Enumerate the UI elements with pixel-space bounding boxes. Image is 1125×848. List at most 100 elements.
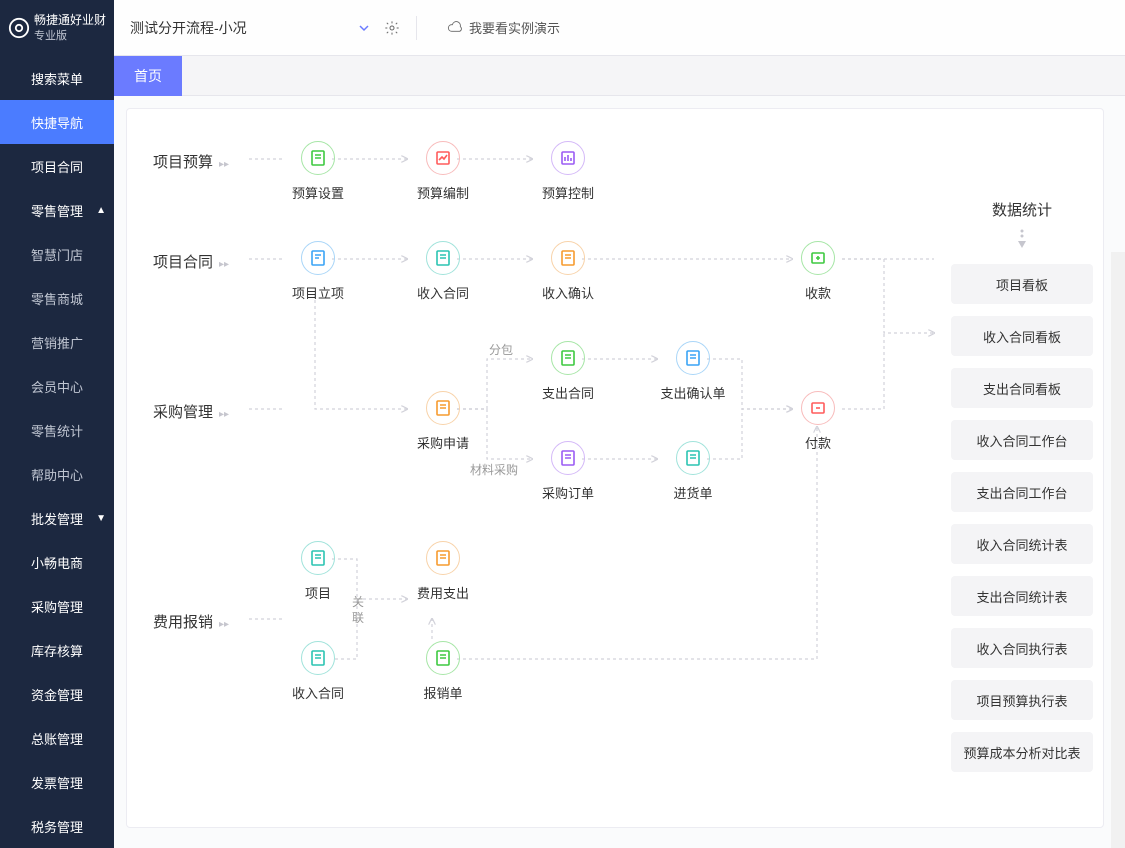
bar-icon [551,141,585,175]
sidebar-item-label: 采购管理 [31,597,83,616]
sidebar-item-label: 小畅电商 [31,553,83,572]
node-label: 预算控制 [542,183,594,202]
node-purchase-req[interactable]: 采购申请 [402,391,484,452]
doc-icon [551,341,585,375]
row-label-budget: 项目预算▸▸ [153,151,229,172]
node-income-contract-2[interactable]: 收入合同 [277,641,359,702]
chevron-right-icon: ▸▸ [219,619,229,630]
node-label: 收入确认 [542,283,594,302]
node-budget-make[interactable]: 预算编制 [402,141,484,202]
stat-btn-5[interactable]: 收入合同统计表 [951,524,1093,564]
row-label-text: 项目预算 [153,154,213,171]
stat-btn-9[interactable]: 预算成本分析对比表 [951,732,1093,772]
demo-label: 我要看实例演示 [469,18,560,37]
sidebar-item-tax[interactable]: 税务管理 [0,804,114,848]
demo-button[interactable]: 我要看实例演示 [447,18,560,37]
node-label: 采购申请 [417,433,469,452]
settings-button[interactable] [384,20,400,36]
sidebar-item-label: 帮助中心 [31,465,83,484]
sidebar-sub-retailstats[interactable]: 零售统计 [0,408,114,452]
brand-name: 畅捷通好业财 [34,13,106,27]
node-receipt[interactable]: 收款 [777,241,859,302]
node-exp-contract[interactable]: 支出合同 [527,341,609,402]
node-label: 报销单 [423,683,462,702]
divider [416,16,417,40]
gear-icon [384,20,400,36]
sidebar-item-inventory[interactable]: 库存核算 [0,628,114,672]
money-out-icon [801,391,835,425]
node-label: 项目立项 [292,283,344,302]
stat-btn-label: 支出合同工作台 [976,483,1067,502]
sidebar-item-label: 资金管理 [31,685,83,704]
stat-btn-3[interactable]: 收入合同工作台 [951,420,1093,460]
row-label-purchase: 采购管理▸▸ [153,401,229,422]
sidebar-item-retail[interactable]: 零售管理▲ [0,188,114,232]
sidebar-item-ecommerce[interactable]: 小畅电商 [0,540,114,584]
tab-home[interactable]: 首页 [114,56,182,96]
sidebar-item-funds[interactable]: 资金管理 [0,672,114,716]
chevron-right-icon: ▸▸ [219,259,229,270]
stat-btn-1[interactable]: 收入合同看板 [951,316,1093,356]
sidebar-search[interactable]: 搜索菜单 [0,56,114,100]
sidebar-item-label: 智慧门店 [31,245,83,264]
sidebar-item-wholesale[interactable]: 批发管理▼ [0,496,114,540]
tab-label: 首页 [134,66,162,86]
brand-edition: 专业版 [34,27,106,43]
node-purchase-order[interactable]: 采购订单 [527,441,609,502]
stat-btn-8[interactable]: 项目预算执行表 [951,680,1093,720]
doc-icon [426,541,460,575]
money-in-icon [801,241,835,275]
flow-label-relate-a: 关 [352,593,364,610]
brand: 畅捷通好业财 专业版 [0,0,114,56]
node-exp-confirm[interactable]: 支出确认单 [652,341,734,402]
node-goods-in[interactable]: 进货单 [652,441,734,502]
chevron-down-icon [358,22,370,34]
node-budget-set[interactable]: 预算设置 [277,141,359,202]
sidebar-item-invoice[interactable]: 发票管理 [0,760,114,804]
node-budget-ctrl[interactable]: 预算控制 [527,141,609,202]
arrow-down-icon [1014,228,1030,250]
stat-btn-4[interactable]: 支出合同工作台 [951,472,1093,512]
sidebar-sub-retailmall[interactable]: 零售商城 [0,276,114,320]
node-expense-out[interactable]: 费用支出 [402,541,484,602]
chevron-down-icon: ▼ [96,513,106,524]
sidebar-item-quicknav[interactable]: 快捷导航 [0,100,114,144]
doc-icon [301,541,335,575]
sidebar-item-label: 快捷导航 [31,113,83,132]
doc-icon [676,341,710,375]
context-select[interactable]: 测试分开流程-小况 [130,18,370,38]
node-reimburse[interactable]: 报销单 [402,641,484,702]
chevron-right-icon: ▸▸ [219,409,229,420]
scrollbar-track[interactable] [1111,252,1125,848]
node-income-contract[interactable]: 收入合同 [402,241,484,302]
node-project-init[interactable]: 项目立项 [277,241,359,302]
sidebar-sub-help[interactable]: 帮助中心 [0,452,114,496]
stat-btn-label: 项目看板 [996,275,1048,294]
sidebar-sub-member[interactable]: 会员中心 [0,364,114,408]
stat-btn-7[interactable]: 收入合同执行表 [951,628,1093,668]
node-label: 预算编制 [417,183,469,202]
sidebar-item-ledger[interactable]: 总账管理 [0,716,114,760]
stat-btn-label: 收入合同执行表 [976,639,1067,658]
doc-check-icon [301,141,335,175]
sidebar-item-label: 零售商城 [31,289,83,308]
doc-icon [551,441,585,475]
stat-btn-label: 预算成本分析对比表 [963,743,1080,762]
node-pay[interactable]: 付款 [777,391,859,452]
doc-icon [676,441,710,475]
stat-btn-2[interactable]: 支出合同看板 [951,368,1093,408]
stat-btn-6[interactable]: 支出合同统计表 [951,576,1093,616]
stat-btn-0[interactable]: 项目看板 [951,264,1093,304]
doc-icon [301,641,335,675]
sidebar-item-purchase[interactable]: 采购管理 [0,584,114,628]
node-label: 收款 [805,283,831,302]
sidebar-item-label: 零售管理 [31,201,83,220]
flow-label-relate-b: 联 [352,609,364,626]
sidebar-sub-marketing[interactable]: 营销推广 [0,320,114,364]
node-label: 收入合同 [292,683,344,702]
node-project[interactable]: 项目 [277,541,359,602]
node-label: 进货单 [673,483,712,502]
sidebar-item-project-contract[interactable]: 项目合同 [0,144,114,188]
node-income-confirm[interactable]: 收入确认 [527,241,609,302]
sidebar-sub-smartstore[interactable]: 智慧门店 [0,232,114,276]
